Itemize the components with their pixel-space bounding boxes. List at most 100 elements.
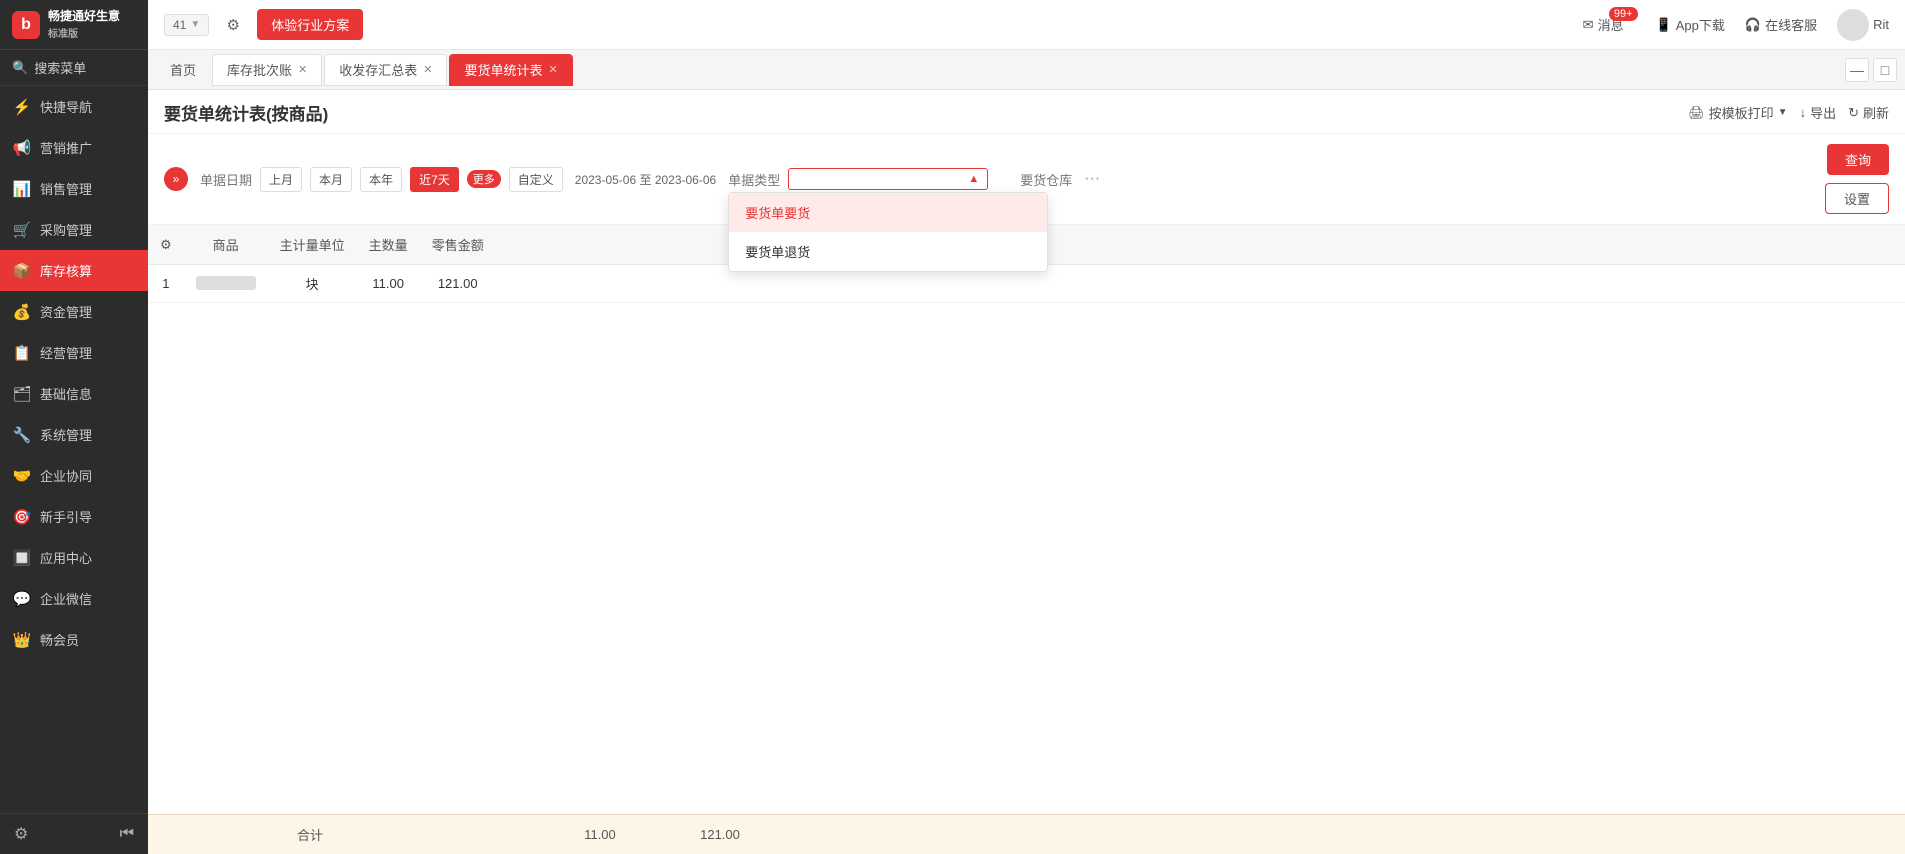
type-select[interactable]: ▲ (788, 168, 988, 190)
date-custom-btn[interactable]: 自定义 (509, 167, 563, 192)
sidebar-item-operations[interactable]: 📋经营管理 (0, 332, 148, 373)
tabbar-controls: — □ (1845, 58, 1897, 82)
tab-inventory-batch[interactable]: 库存批次账✕ (212, 54, 322, 86)
export-btn[interactable]: ↓ 导出 (1800, 103, 1837, 122)
print-btn[interactable]: 🖨 按模板打印 ▼ (1688, 103, 1787, 122)
date-range-display: 2023-05-06 至 2023-06-06 (575, 171, 716, 188)
gear-button[interactable]: ⚙ (219, 11, 247, 39)
topbar: 41 ▼ ⚙ 体验行业方案 ✉ 消息 99+ 📱 App下载 🎧 在线客服 R (148, 0, 1905, 50)
dropdown-item-order-ret[interactable]: 要货单退货 (729, 232, 1047, 271)
nav-icon-wechat: 💬 (12, 590, 32, 608)
messages-badge: 99+ (1609, 7, 1638, 21)
query-button[interactable]: 查询 (1827, 144, 1889, 175)
page-title: 要货单统计表(按商品) (164, 100, 328, 125)
cell-qty: 11.00 (357, 265, 420, 303)
trial-button[interactable]: 体验行业方案 (257, 9, 363, 40)
topbar-right: ✉ 消息 99+ 📱 App下载 🎧 在线客服 Rit (1583, 9, 1889, 41)
app-download-btn[interactable]: 📱 App下载 (1656, 15, 1725, 34)
footer-label: 合计 (200, 825, 420, 844)
phone-icon: 📱 (1656, 17, 1672, 33)
app-logo: b 畅捷通好生意 标准版 (0, 0, 148, 50)
col-extra (496, 225, 1905, 265)
online-service-btn[interactable]: 🎧 在线客服 (1745, 15, 1817, 34)
app-version: 标准版 (48, 25, 120, 40)
minimize-btn[interactable]: — (1845, 58, 1869, 82)
col-settings[interactable]: ⚙ (148, 225, 184, 265)
sidebar-item-guide[interactable]: 🎯新手引导 (0, 496, 148, 537)
avatar (1837, 9, 1869, 41)
search-icon: 🔍 (12, 60, 28, 76)
date-7days-btn[interactable]: 近7天 (410, 167, 459, 192)
nav-icon-app-center: 🔲 (12, 549, 32, 567)
nav-icon-operations: 📋 (12, 344, 32, 362)
tabbar: 首页库存批次账✕收发存汇总表✕要货单统计表✕ — □ (148, 50, 1905, 90)
print-icon: 🖨 (1688, 105, 1705, 121)
date-prev-month-btn[interactable]: 上月 (260, 167, 302, 192)
nav-list: ⚡快捷导航📢营销推广📊销售管理🛒采购管理📦库存核算💰资金管理📋经营管理🗂基础信息… (0, 86, 148, 813)
logo-icon: b (12, 11, 40, 39)
footer-amount: 121.00 (660, 827, 780, 842)
dropdown-item-order-req[interactable]: 要货单要货 (729, 193, 1047, 232)
sidebar-item-sales[interactable]: 📊销售管理 (0, 168, 148, 209)
nav-icon-marketing: 📢 (12, 139, 32, 157)
chevron-down-icon: ▼ (190, 19, 200, 30)
tab-close-inventory-batch[interactable]: ✕ (298, 63, 307, 76)
type-filter-group: 单据类型 ▲ 要货单要货 要货单退货 (728, 168, 988, 190)
page-header: 要货单统计表(按商品) 🖨 按模板打印 ▼ ↓ 导出 ↻ 刷新 (148, 90, 1905, 134)
page-actions: 🖨 按模板打印 ▼ ↓ 导出 ↻ 刷新 (1688, 103, 1889, 122)
tab-close-order-stats[interactable]: ✕ (549, 63, 558, 76)
tab-home[interactable]: 首页 (156, 54, 210, 86)
type-dropdown: 要货单要货 要货单退货 (728, 192, 1048, 272)
sidebar-item-app-center[interactable]: 🔲应用中心 (0, 537, 148, 578)
sidebar-item-inventory[interactable]: 📦库存核算 (0, 250, 148, 291)
nav-icon-quick-nav: ⚡ (12, 98, 32, 116)
date-this-month-btn[interactable]: 本月 (310, 167, 352, 192)
col-amount: 零售金额 (420, 225, 496, 265)
headset-icon: 🎧 (1745, 17, 1761, 33)
nav-icon-vip: 👑 (12, 631, 32, 649)
filter-toggle-btn[interactable]: » (164, 167, 188, 191)
filter-bar: » 单据日期 上月 本月 本年 近7天 更多 自定义 2023-05-06 至 … (148, 134, 1905, 225)
page-area: 要货单统计表(按商品) 🖨 按模板打印 ▼ ↓ 导出 ↻ 刷新 » (148, 90, 1905, 854)
sidebar-item-quick-nav[interactable]: ⚡快捷导航 (0, 86, 148, 127)
app-name: 畅捷通好生意 (48, 9, 120, 25)
search-menu[interactable]: 🔍 搜索菜单 (0, 50, 148, 86)
sidebar-item-purchase[interactable]: 🛒采购管理 (0, 209, 148, 250)
warehouse-more-btn[interactable]: ··· (1080, 170, 1104, 188)
settings-icon[interactable]: ⚙ (14, 824, 28, 844)
sidebar-item-vip[interactable]: 👑畅会员 (0, 619, 148, 660)
maximize-btn[interactable]: □ (1873, 58, 1897, 82)
nav-icon-cooperation: 🤝 (12, 467, 32, 485)
table-area: ⚙ 商品 主计量单位 主数量 零售金额 1 块 11.00 121.00 (148, 225, 1905, 814)
nav-icon-system: 🔧 (12, 426, 32, 444)
nav-icon-inventory: 📦 (12, 262, 32, 280)
cell-unit: 块 (268, 265, 357, 303)
tab-receivable-summary[interactable]: 收发存汇总表✕ (324, 54, 447, 86)
sidebar-item-basic-info[interactable]: 🗂基础信息 (0, 373, 148, 414)
cell-amount: 121.00 (420, 265, 496, 303)
settings-button[interactable]: 设置 (1825, 183, 1889, 214)
messages-btn[interactable]: ✉ 消息 99+ (1583, 15, 1624, 34)
tab-close-receivable-summary[interactable]: ✕ (423, 63, 432, 76)
nav-icon-finance: 💰 (12, 303, 32, 321)
sidebar-item-cooperation[interactable]: 🤝企业协同 (0, 455, 148, 496)
date-more-badge[interactable]: 更多 (467, 170, 501, 188)
sidebar-item-marketing[interactable]: 📢营销推广 (0, 127, 148, 168)
warehouse-label: 要货仓库 (1020, 170, 1072, 189)
sidebar-item-wechat[interactable]: 💬企业微信 (0, 578, 148, 619)
collapse-icon[interactable]: ⏮ (120, 825, 134, 843)
nav-icon-purchase: 🛒 (12, 221, 32, 239)
nav-icon-basic-info: 🗂 (12, 385, 32, 403)
sidebar-item-system[interactable]: 🔧系统管理 (0, 414, 148, 455)
warehouse-filter-group: 要货仓库 ··· (1020, 170, 1104, 189)
user-menu[interactable]: Rit (1837, 9, 1889, 41)
date-filter-group: 单据日期 上月 本月 本年 近7天 更多 自定义 2023-05-06 至 20… (200, 167, 716, 192)
sidebar-item-finance[interactable]: 💰资金管理 (0, 291, 148, 332)
col-unit: 主计量单位 (268, 225, 357, 265)
date-this-year-btn[interactable]: 本年 (360, 167, 402, 192)
col-qty: 主数量 (357, 225, 420, 265)
version-badge[interactable]: 41 ▼ (164, 14, 209, 36)
refresh-btn[interactable]: ↻ 刷新 (1848, 103, 1889, 122)
refresh-icon: ↻ (1848, 105, 1859, 121)
tab-order-stats[interactable]: 要货单统计表✕ (449, 54, 572, 86)
